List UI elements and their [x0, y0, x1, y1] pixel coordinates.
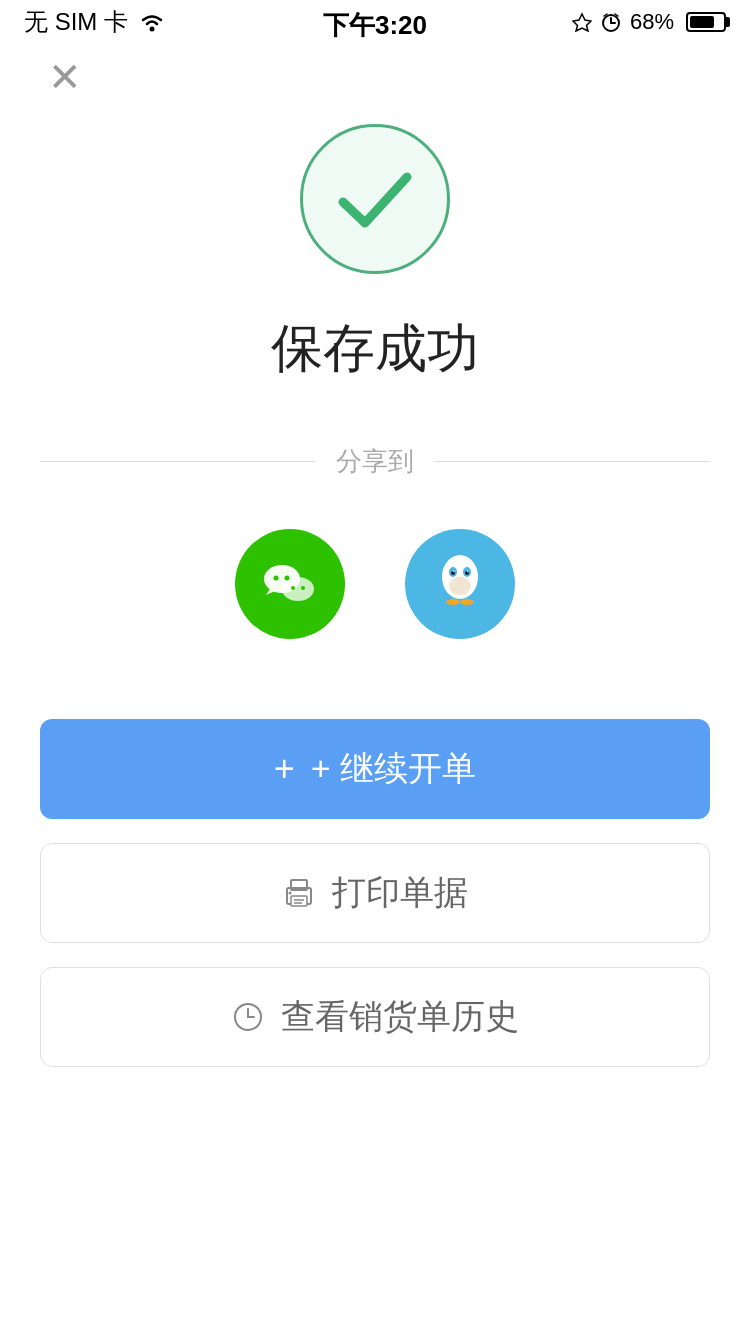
share-label: 分享到 [316, 444, 434, 479]
svg-point-0 [150, 27, 155, 32]
continue-label: + 继续开单 [311, 746, 476, 792]
svg-point-21 [446, 599, 460, 605]
battery-icon [686, 12, 726, 32]
print-label: 打印单据 [332, 870, 468, 916]
svg-point-17 [453, 570, 455, 572]
print-button[interactable]: 打印单据 [40, 843, 710, 943]
checkmark-icon [335, 167, 415, 232]
success-indicator [300, 124, 450, 274]
status-bar: 无 SIM 卡 下午3:20 68% [0, 0, 750, 44]
svg-point-11 [301, 586, 305, 590]
wechat-icon [260, 557, 320, 612]
svg-point-22 [460, 599, 474, 605]
main-content: 保存成功 分享到 [0, 44, 750, 1067]
svg-point-8 [274, 575, 279, 580]
share-qq-button[interactable] [405, 529, 515, 639]
alarm-icon [600, 11, 622, 33]
qq-icon [430, 552, 490, 617]
svg-point-28 [289, 892, 292, 895]
share-icons-container [235, 529, 515, 639]
share-line-right [434, 461, 710, 462]
print-icon [282, 876, 316, 910]
share-line-left [40, 461, 316, 462]
svg-point-18 [467, 570, 469, 572]
location-icon [572, 12, 592, 32]
action-buttons: + + 继续开单 打印单据 查看销货单历史 [0, 719, 750, 1067]
svg-point-10 [291, 586, 295, 590]
history-button[interactable]: 查看销货单历史 [40, 967, 710, 1067]
history-icon [231, 1000, 265, 1034]
svg-point-7 [282, 577, 314, 601]
status-right: 68% [572, 9, 726, 35]
close-button[interactable]: ✕ [40, 52, 90, 102]
svg-rect-25 [291, 896, 307, 906]
share-section: 分享到 [0, 444, 750, 479]
wifi-icon [138, 11, 166, 33]
svg-point-9 [285, 575, 290, 580]
history-label: 查看销货单历史 [281, 994, 519, 1040]
continue-button[interactable]: + + 继续开单 [40, 719, 710, 819]
success-title: 保存成功 [271, 314, 479, 384]
svg-point-20 [449, 577, 471, 595]
battery-percent: 68% [630, 9, 674, 35]
sim-status: 无 SIM 卡 [24, 6, 128, 38]
status-time: 下午3:20 [323, 8, 427, 43]
share-wechat-button[interactable] [235, 529, 345, 639]
continue-plus-icon: + [274, 748, 295, 790]
status-left: 无 SIM 卡 [24, 6, 166, 38]
close-icon: ✕ [48, 57, 82, 97]
